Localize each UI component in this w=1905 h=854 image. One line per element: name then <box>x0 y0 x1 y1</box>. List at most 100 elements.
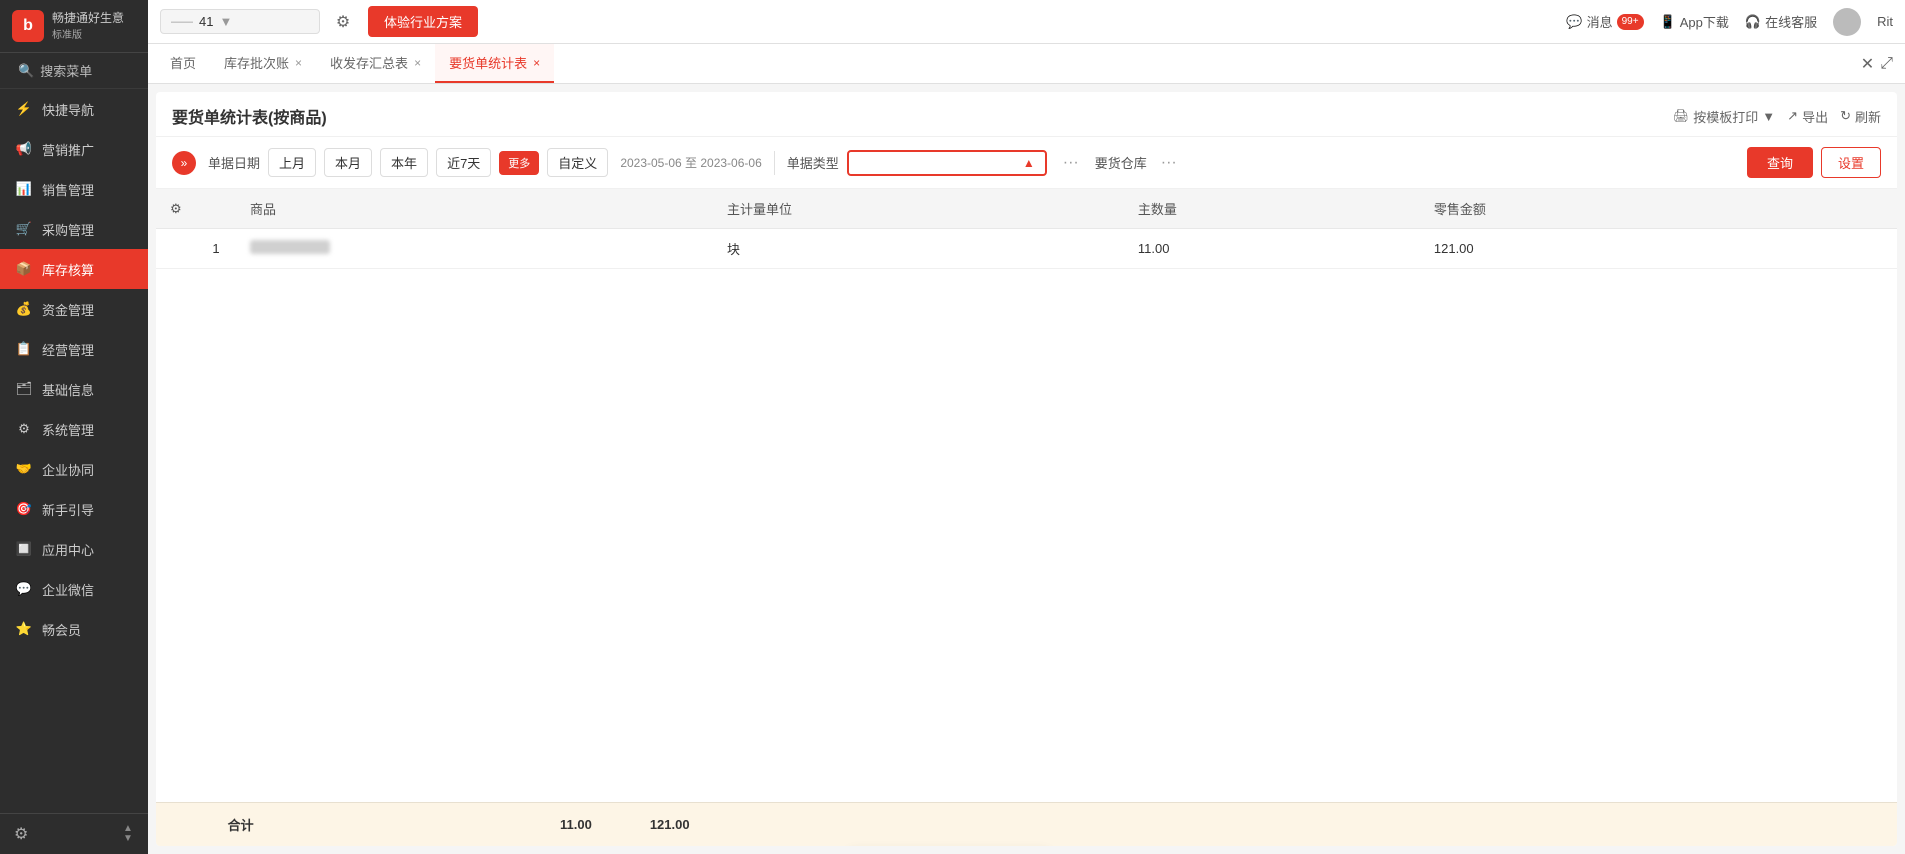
dropdown-up-arrow-icon: ▲ <box>1023 156 1035 170</box>
sidebar-item-wecom[interactable]: 💬 企业微信 <box>0 569 148 609</box>
sidebar-item-enterprise[interactable]: 🤝 企业协同 <box>0 449 148 489</box>
row-product <box>236 229 713 269</box>
date-last-month[interactable]: 上月 <box>268 148 316 177</box>
messages-button[interactable]: 💬 消息 99+ <box>1566 12 1643 31</box>
nav-label: 企业微信 <box>42 580 94 599</box>
row-index: 1 <box>196 229 236 269</box>
sidebar-item-marketing[interactable]: 📢 营销推广 <box>0 129 148 169</box>
apps-icon: 🔲 <box>14 539 34 559</box>
nav-label: 快捷导航 <box>42 100 94 119</box>
col-quantity: 主数量 <box>1124 189 1420 229</box>
gear-button[interactable]: ⚙ <box>328 7 358 37</box>
guide-icon: 🎯 <box>14 499 34 519</box>
sidebar-item-purchase[interactable]: 🛒 采购管理 <box>0 209 148 249</box>
tab-order-stats[interactable]: 要货单统计表 × <box>435 44 554 83</box>
sidebar-item-finance[interactable]: 💰 资金管理 <box>0 289 148 329</box>
filter-more-icon[interactable]: ··· <box>1063 154 1079 172</box>
wecom-icon: 💬 <box>14 579 34 599</box>
tab-home[interactable]: 首页 <box>156 44 210 83</box>
company-selector[interactable]: —— 41 ▼ <box>160 9 320 34</box>
data-table: ⚙ 商品 主计量单位 主数量 零售金额 1 <box>156 189 1897 269</box>
print-button[interactable]: 🖨 按模板打印 ▼ <box>1673 107 1775 126</box>
tab-batch-account[interactable]: 库存批次账 × <box>210 44 316 83</box>
user-name[interactable]: Rit <box>1877 14 1893 29</box>
gear-icon: ⚙ <box>336 12 350 32</box>
tab-receipt-summary[interactable]: 收发存汇总表 × <box>316 44 435 83</box>
col-amount: 零售金额 <box>1420 189 1773 229</box>
finance-icon: 💰 <box>14 299 34 319</box>
user-avatar[interactable] <box>1833 8 1861 36</box>
search-button[interactable]: 查询 <box>1747 147 1813 178</box>
sidebar-nav: ⚡ 快捷导航 📢 营销推广 📊 销售管理 🛒 采购管理 📦 库存核算 💰 资金管… <box>0 89 148 813</box>
sidebar-item-basic[interactable]: 🗂 基础信息 <box>0 369 148 409</box>
close-order-stats-icon[interactable]: × <box>533 56 540 70</box>
date-more-badge[interactable]: 更多 <box>499 151 539 175</box>
type-dropdown[interactable]: ▲ <box>847 150 1047 176</box>
export-button[interactable]: ↗ 导出 <box>1787 107 1828 126</box>
date-filter-group: 单据日期 上月 本月 本年 近7天 更多 自定义 2023-05-06 至 20… <box>208 148 762 177</box>
warehouse-label: 要货仓库 <box>1095 153 1147 172</box>
topbar-right: 💬 消息 99+ 📱 App下载 🎧 在线客服 Rit <box>1566 8 1893 36</box>
footer-amount: 121.00 <box>636 805 704 844</box>
page-content: 要货单统计表(按商品) 🖨 按模板打印 ▼ ↗ 导出 ↻ 刷新 » <box>156 92 1897 846</box>
trial-button[interactable]: 体验行业方案 <box>368 6 478 37</box>
sidebar-item-inventory[interactable]: 📦 库存核算 <box>0 249 148 289</box>
date-last-7-days[interactable]: 近7天 <box>436 148 491 177</box>
close-batch-account-icon[interactable]: × <box>295 56 302 70</box>
sidebar-item-guide[interactable]: 🎯 新手引导 <box>0 489 148 529</box>
topbar: —— 41 ▼ ⚙ 体验行业方案 💬 消息 99+ 📱 App下载 🎧 在线客服 <box>148 0 1905 44</box>
footer-quantity: 11.00 <box>546 805 606 844</box>
settings-icon[interactable]: ⚙ <box>14 824 28 844</box>
nav-label: 经营管理 <box>42 340 94 359</box>
sales-icon: 📊 <box>14 179 34 199</box>
app-download-button[interactable]: 📱 App下载 <box>1660 12 1729 31</box>
col-unit: 主计量单位 <box>713 189 1124 229</box>
system-icon: ⚙ <box>14 419 34 439</box>
tabs-bar: 首页 库存批次账 × 收发存汇总表 × 要货单统计表 × ✕ ⤢ <box>148 44 1905 84</box>
nav-label: 营销推广 <box>42 140 94 159</box>
sidebar-item-sales[interactable]: 📊 销售管理 <box>0 169 148 209</box>
sidebar-item-system[interactable]: ⚙ 系统管理 <box>0 409 148 449</box>
table-row: 1 块 11.00 121.00 <box>156 229 1897 269</box>
nav-label: 基础信息 <box>42 380 94 399</box>
service-icon: 🎧 <box>1745 14 1761 30</box>
warehouse-filter-group: 要货仓库 ··· <box>1095 153 1177 172</box>
online-service-button[interactable]: 🎧 在线客服 <box>1745 12 1817 31</box>
warehouse-more-icon[interactable]: ··· <box>1161 154 1177 172</box>
sidebar-item-operation[interactable]: 📋 经营管理 <box>0 329 148 369</box>
print-arrow-icon: ▼ <box>1762 109 1775 124</box>
scroll-down-icon: ▼ <box>123 834 133 844</box>
nav-label: 企业协同 <box>42 460 94 479</box>
export-icon: ↗ <box>1787 108 1798 124</box>
close-receipt-icon[interactable]: × <box>414 56 421 70</box>
purchase-icon: 🛒 <box>14 219 34 239</box>
type-label: 单据类型 <box>787 153 839 172</box>
nav-label: 销售管理 <box>42 180 94 199</box>
expand-button[interactable]: » <box>172 151 196 175</box>
maximize-icon[interactable]: ⤢ <box>1880 55 1893 73</box>
date-this-year[interactable]: 本年 <box>380 148 428 177</box>
nav-label: 畅会员 <box>42 620 81 639</box>
nav-label: 资金管理 <box>42 300 94 319</box>
date-custom[interactable]: 自定义 <box>547 148 608 177</box>
nav-label: 系统管理 <box>42 420 94 439</box>
date-this-month[interactable]: 本月 <box>324 148 372 177</box>
refresh-button[interactable]: ↻ 刷新 <box>1840 107 1881 126</box>
sidebar-item-quick-nav[interactable]: ⚡ 快捷导航 <box>0 89 148 129</box>
quick-nav-icon: ⚡ <box>14 99 34 119</box>
close-all-icon[interactable]: ✕ <box>1861 54 1874 74</box>
sidebar-item-apps[interactable]: 🔲 应用中心 <box>0 529 148 569</box>
sidebar-scroll[interactable]: ▲ ▼ <box>122 824 134 844</box>
operation-icon: 📋 <box>14 339 34 359</box>
col-settings[interactable]: ⚙ <box>156 189 196 229</box>
setting-button[interactable]: 设置 <box>1821 147 1881 178</box>
row-unit: 块 <box>713 229 1124 269</box>
logo-icon: b <box>12 10 44 42</box>
sidebar-search[interactable]: 🔍 搜索菜单 <box>0 53 148 89</box>
row-amount: 121.00 <box>1420 229 1773 269</box>
col-product: 商品 <box>236 189 713 229</box>
main-content: —— 41 ▼ ⚙ 体验行业方案 💬 消息 99+ 📱 App下载 🎧 在线客服 <box>148 0 1905 854</box>
footer-label: 合计 <box>156 803 356 846</box>
sidebar-item-member[interactable]: ⭐ 畅会员 <box>0 609 148 649</box>
page-title: 要货单统计表(按商品) <box>172 104 327 128</box>
